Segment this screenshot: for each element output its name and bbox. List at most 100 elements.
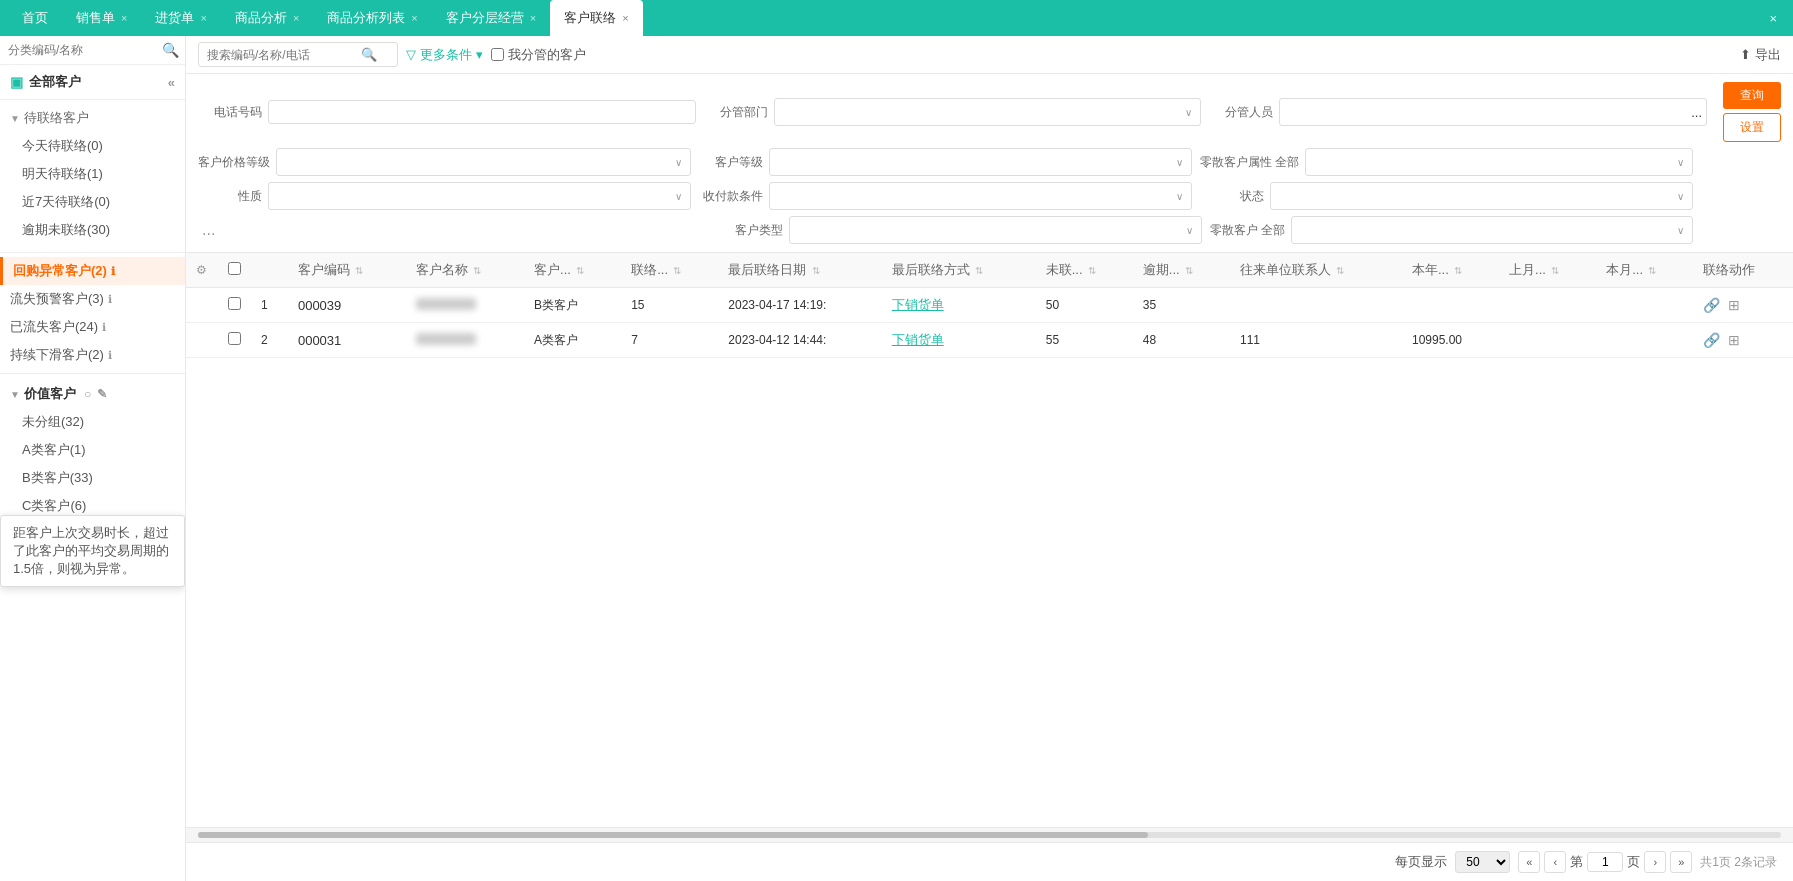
- col-contact[interactable]: 联络... ⇅: [621, 253, 718, 288]
- col-code-sort[interactable]: ⇅: [355, 265, 363, 276]
- next-page-button[interactable]: ›: [1644, 851, 1666, 873]
- col-unit-contact-sort[interactable]: ⇅: [1336, 265, 1344, 276]
- nav-home[interactable]: 首页: [8, 0, 62, 36]
- col-settings[interactable]: ⚙: [186, 253, 218, 288]
- filter-more-conditions[interactable]: ▽ 更多条件 ▾: [406, 46, 483, 64]
- row2-link-icon[interactable]: 🔗: [1703, 332, 1720, 348]
- row1-checkbox[interactable]: [218, 288, 251, 323]
- sidebar-item-7days[interactable]: 近7天待联络(0): [0, 188, 185, 216]
- query-button[interactable]: 查询: [1723, 82, 1781, 109]
- nav-product-analysis-list-close[interactable]: ×: [411, 12, 417, 24]
- waiting-group-title[interactable]: ▼ 待联络客户: [0, 104, 185, 132]
- all-customers-header[interactable]: ▣ 全部客户 «: [0, 65, 185, 100]
- value-group-refresh-icon[interactable]: ○: [84, 387, 91, 401]
- row2-code[interactable]: 000031: [288, 323, 406, 358]
- sidebar-item-tomorrow[interactable]: 明天待联络(1): [0, 160, 185, 188]
- col-this-month-sort[interactable]: ⇅: [1648, 265, 1656, 276]
- nav-customer-contact-close[interactable]: ×: [622, 12, 628, 24]
- col-last-contact-way-sort[interactable]: ⇅: [975, 265, 983, 276]
- row2-checkbox[interactable]: [218, 323, 251, 358]
- settings-button[interactable]: 设置: [1723, 113, 1781, 142]
- col-checkbox[interactable]: [218, 253, 251, 288]
- col-overdue[interactable]: 逾期... ⇅: [1133, 253, 1230, 288]
- col-this-month[interactable]: 本月... ⇅: [1596, 253, 1693, 288]
- sidebar-search-input[interactable]: [8, 43, 158, 57]
- nav-product-analysis-close[interactable]: ×: [293, 12, 299, 24]
- row1-grid-icon[interactable]: ⊞: [1728, 297, 1740, 313]
- filter-search-icon[interactable]: 🔍: [361, 47, 377, 62]
- col-category[interactable]: 客户... ⇅: [524, 253, 621, 288]
- row1-code[interactable]: 000039: [288, 288, 406, 323]
- nav-customer-tier[interactable]: 客户分层经营 ×: [432, 0, 550, 36]
- col-code[interactable]: 客户编码 ⇅: [288, 253, 406, 288]
- sidebar-item-today[interactable]: 今天待联络(0): [0, 132, 185, 160]
- col-last-month[interactable]: 上月... ⇅: [1499, 253, 1596, 288]
- col-uncontacted-sort[interactable]: ⇅: [1088, 265, 1096, 276]
- sidebar-item-repurchase-anomaly[interactable]: 回购异常客户(2) ℹ: [0, 257, 185, 285]
- filter-scattered-customer-select[interactable]: ∨: [1291, 216, 1693, 244]
- nav-purchase[interactable]: 进货单 ×: [141, 0, 220, 36]
- col-this-year-sort[interactable]: ⇅: [1454, 265, 1462, 276]
- col-last-month-sort[interactable]: ⇅: [1551, 265, 1559, 276]
- prev-page-button[interactable]: ‹: [1544, 851, 1566, 873]
- value-group-edit-icon[interactable]: ✎: [97, 387, 107, 401]
- nav-sales-close[interactable]: ×: [121, 12, 127, 24]
- filter-price-grade-select[interactable]: ∨: [276, 148, 691, 176]
- row1-last-contact-way[interactable]: 下销货单: [882, 288, 1036, 323]
- col-overdue-sort[interactable]: ⇅: [1185, 265, 1193, 276]
- per-page-select[interactable]: 50 100 200: [1455, 851, 1510, 873]
- window-close-button[interactable]: ×: [1761, 0, 1785, 36]
- row2-last-contact-way-link[interactable]: 下销货单: [892, 332, 944, 347]
- col-this-year[interactable]: 本年... ⇅: [1402, 253, 1499, 288]
- row1-link-icon[interactable]: 🔗: [1703, 297, 1720, 313]
- filter-customer-grade-select[interactable]: ∨: [769, 148, 1192, 176]
- sidebar-search-icon[interactable]: 🔍: [162, 42, 179, 58]
- filter-scattered-attr-select[interactable]: ∨: [1305, 148, 1693, 176]
- filter-nature-select[interactable]: ∨: [268, 182, 691, 210]
- value-group-title[interactable]: ▼ 价值客户 ○ ✎: [0, 380, 185, 408]
- nav-purchase-close[interactable]: ×: [200, 12, 206, 24]
- horizontal-scrollbar-track[interactable]: [198, 832, 1781, 838]
- col-name-sort[interactable]: ⇅: [473, 265, 481, 276]
- filter-phone-input[interactable]: [268, 100, 696, 124]
- sidebar-item-overdue[interactable]: 逾期未联络(30): [0, 216, 185, 244]
- horizontal-scrollbar-thumb[interactable]: [198, 832, 1148, 838]
- row2-grid-icon[interactable]: ⊞: [1728, 332, 1740, 348]
- sidebar-item-b-class[interactable]: B类客户(33): [0, 464, 185, 492]
- col-last-contact-way[interactable]: 最后联络方式 ⇅: [882, 253, 1036, 288]
- col-name[interactable]: 客户名称 ⇅: [406, 253, 524, 288]
- sidebar-item-declining[interactable]: 持续下滑客户(2) ℹ: [0, 341, 185, 369]
- my-customers-checkbox-label[interactable]: 我分管的客户: [491, 46, 586, 64]
- row1-last-contact-way-link[interactable]: 下销货单: [892, 297, 944, 312]
- export-button[interactable]: ⬆ 导出: [1740, 46, 1781, 64]
- filter-manager-select[interactable]: ...: [1279, 98, 1707, 126]
- sidebar-item-lost[interactable]: 已流失客户(24) ℹ: [0, 313, 185, 341]
- col-uncontacted[interactable]: 未联... ⇅: [1036, 253, 1133, 288]
- first-page-button[interactable]: «: [1518, 851, 1540, 873]
- filter-payment-select[interactable]: ∨: [769, 182, 1192, 210]
- sidebar-item-a-class[interactable]: A类客户(1): [0, 436, 185, 464]
- select-all-checkbox[interactable]: [228, 262, 241, 275]
- row2-select-checkbox[interactable]: [228, 332, 241, 345]
- filter-dept-select[interactable]: ∨: [774, 98, 1202, 126]
- col-contact-sort[interactable]: ⇅: [673, 265, 681, 276]
- sidebar-collapse-btn[interactable]: «: [168, 75, 175, 90]
- sidebar-item-lost-warning[interactable]: 流失预警客户(3) ℹ: [0, 285, 185, 313]
- my-customers-checkbox[interactable]: [491, 48, 504, 61]
- nav-customer-contact[interactable]: 客户联络 ×: [550, 0, 642, 36]
- nav-sales[interactable]: 销售单 ×: [62, 0, 141, 36]
- page-number-input[interactable]: [1587, 852, 1623, 872]
- filter-customer-type-select[interactable]: ∨: [789, 216, 1202, 244]
- filter-more-dots[interactable]: ...: [198, 221, 219, 239]
- col-category-sort[interactable]: ⇅: [576, 265, 584, 276]
- col-unit-contact[interactable]: 往来单位联系人 ⇅: [1230, 253, 1402, 288]
- last-page-button[interactable]: »: [1670, 851, 1692, 873]
- filter-status-select[interactable]: ∨: [1270, 182, 1693, 210]
- nav-product-analysis-list[interactable]: 商品分析列表 ×: [313, 0, 431, 36]
- filter-manager-dots[interactable]: ...: [1691, 105, 1702, 120]
- row2-last-contact-way[interactable]: 下销货单: [882, 323, 1036, 358]
- col-last-contact-date[interactable]: 最后联络日期 ⇅: [718, 253, 881, 288]
- filter-search-input[interactable]: [207, 48, 357, 62]
- nav-product-analysis[interactable]: 商品分析 ×: [221, 0, 313, 36]
- sidebar-item-ungrouped[interactable]: 未分组(32): [0, 408, 185, 436]
